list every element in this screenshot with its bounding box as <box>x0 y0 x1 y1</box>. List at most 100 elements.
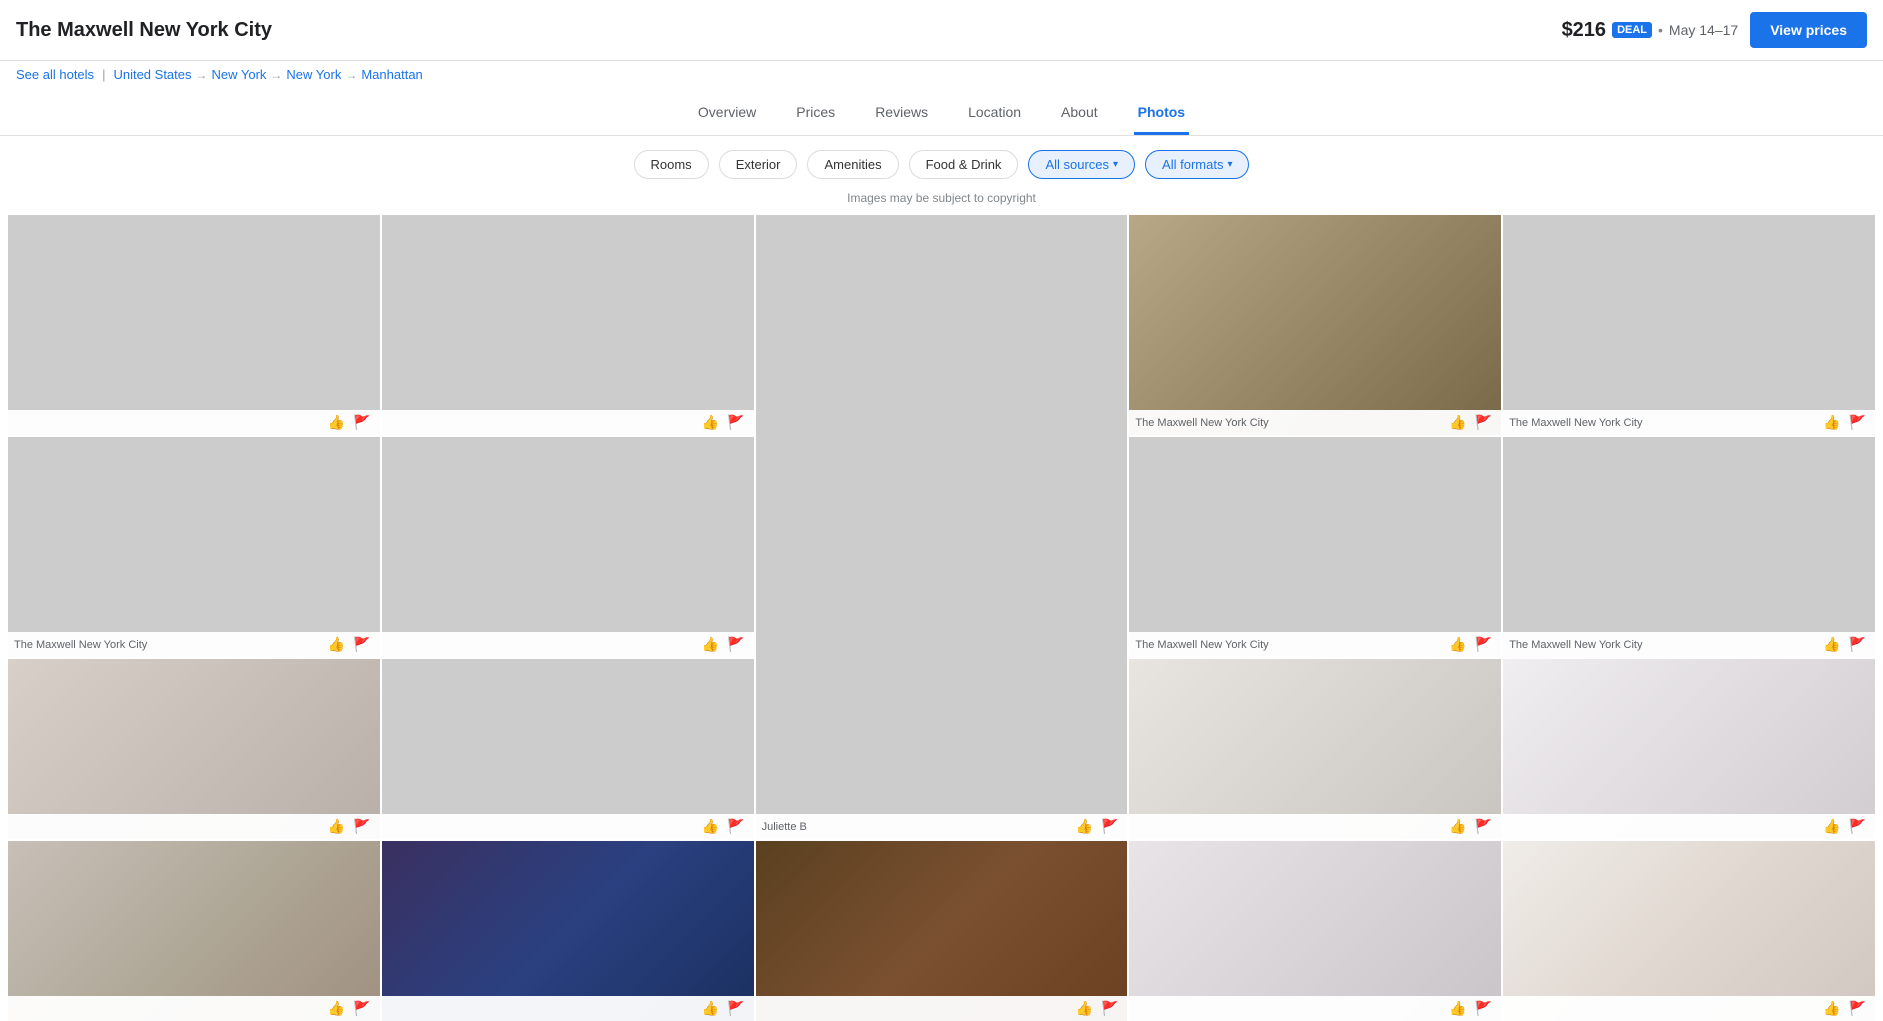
like-btn-r3c1[interactable]: 👍 <box>325 817 348 836</box>
flag-btn-b1[interactable]: 🚩 <box>350 999 373 1018</box>
photo-source-r2c5: The Maxwell New York City <box>1509 639 1642 651</box>
deal-badge: DEAL <box>1612 22 1652 38</box>
hotel-title: The Maxwell New York City <box>16 19 272 42</box>
photo-cell-r3c2[interactable]: 👍 🚩 <box>382 659 754 839</box>
flag-btn-r2c2[interactable]: 🚩 <box>724 635 747 654</box>
photo-actions-r3c2: 👍 🚩 <box>699 817 748 836</box>
breadcrumb-state[interactable]: New York <box>212 67 267 82</box>
photo-cell-r2c5[interactable]: The Maxwell New York City 👍 🚩 <box>1503 437 1875 657</box>
photo-cell-b4[interactable]: 👍 🚩 <box>1129 841 1501 1021</box>
separator: • <box>1658 22 1663 38</box>
photo-actions-large: 👍 🚩 <box>1073 817 1122 836</box>
like-btn-r1c2[interactable]: 👍 <box>699 413 722 432</box>
like-btn-r2c5[interactable]: 👍 <box>1820 635 1843 654</box>
like-btn-r3c2[interactable]: 👍 <box>699 817 722 836</box>
photo-grid-main: 👍 🚩 👍 🚩 Juliette B 👍 🚩 The Maxwell New Y <box>0 215 1883 839</box>
tab-about[interactable]: About <box>1057 92 1102 135</box>
photo-actions-r2c5: 👍 🚩 <box>1820 635 1869 654</box>
like-btn-r1c4[interactable]: 👍 <box>1446 413 1469 432</box>
photo-cell-b1[interactable]: 👍 🚩 <box>8 841 380 1021</box>
like-btn-r2c1[interactable]: 👍 <box>325 635 348 654</box>
price-amount: $216 <box>1562 19 1607 42</box>
copyright-notice: Images may be subject to copyright <box>0 187 1883 215</box>
photo-actions-r1c4: 👍 🚩 <box>1446 413 1495 432</box>
like-btn-r3c4[interactable]: 👍 <box>1446 817 1469 836</box>
filter-exterior[interactable]: Exterior <box>719 150 798 179</box>
photo-actions-r2c4: 👍 🚩 <box>1446 635 1495 654</box>
filter-amenities[interactable]: Amenities <box>807 150 898 179</box>
photo-actions-r2c1: 👍 🚩 <box>325 635 374 654</box>
photo-cell-r1c1[interactable]: 👍 🚩 <box>8 215 380 435</box>
photo-cell-r2c2[interactable]: 👍 🚩 <box>382 437 754 657</box>
flag-btn-r3c1[interactable]: 🚩 <box>350 817 373 836</box>
photo-actions-r3c5: 👍 🚩 <box>1820 817 1869 836</box>
flag-btn-b5[interactable]: 🚩 <box>1846 999 1869 1018</box>
breadcrumb-sep-1: | <box>102 67 105 82</box>
all-sources-chevron: ▾ <box>1113 159 1118 170</box>
header: The Maxwell New York City $216 DEAL • Ma… <box>0 0 1883 61</box>
photo-cell-b5[interactable]: 👍 🚩 <box>1503 841 1875 1021</box>
flag-btn-r1c5[interactable]: 🚩 <box>1846 413 1869 432</box>
photo-cell-r1c5[interactable]: The Maxwell New York City 👍 🚩 <box>1503 215 1875 435</box>
photo-actions-r2c2: 👍 🚩 <box>699 635 748 654</box>
photo-cell-b2[interactable]: 👍 🚩 <box>382 841 754 1021</box>
filter-all-formats[interactable]: All formats ▾ <box>1145 150 1249 179</box>
like-btn-r3c5[interactable]: 👍 <box>1820 817 1843 836</box>
like-btn-r1c5[interactable]: 👍 <box>1820 413 1843 432</box>
like-btn-b4[interactable]: 👍 <box>1446 999 1469 1018</box>
photo-cell-r1c4[interactable]: The Maxwell New York City 👍 🚩 <box>1129 215 1501 435</box>
photo-cell-large-center[interactable]: Juliette B 👍 🚩 <box>756 215 1128 839</box>
tab-overview[interactable]: Overview <box>694 92 760 135</box>
like-btn-b2[interactable]: 👍 <box>699 999 722 1018</box>
breadcrumb-arrow-3: → <box>345 68 357 82</box>
filter-rooms[interactable]: Rooms <box>634 150 709 179</box>
view-prices-button[interactable]: View prices <box>1750 12 1867 48</box>
breadcrumb-arrow-1: → <box>196 68 208 82</box>
breadcrumb-neighborhood[interactable]: Manhattan <box>361 67 422 82</box>
flag-btn-r2c1[interactable]: 🚩 <box>350 635 373 654</box>
like-btn-r2c2[interactable]: 👍 <box>699 635 722 654</box>
like-btn-large[interactable]: 👍 <box>1073 817 1096 836</box>
flag-btn-large[interactable]: 🚩 <box>1098 817 1121 836</box>
flag-btn-r3c2[interactable]: 🚩 <box>724 817 747 836</box>
filter-food-drink[interactable]: Food & Drink <box>909 150 1019 179</box>
flag-btn-r1c2[interactable]: 🚩 <box>724 413 747 432</box>
photo-cell-r3c5[interactable]: 👍 🚩 <box>1503 659 1875 839</box>
breadcrumb-city[interactable]: New York <box>286 67 341 82</box>
filter-row: Rooms Exterior Amenities Food & Drink Al… <box>0 136 1883 187</box>
flag-btn-r3c4[interactable]: 🚩 <box>1472 817 1495 836</box>
flag-btn-r1c1[interactable]: 🚩 <box>350 413 373 432</box>
date-range: May 14–17 <box>1669 22 1738 38</box>
photo-cell-b3[interactable]: 👍 🚩 <box>756 841 1128 1021</box>
like-btn-r2c4[interactable]: 👍 <box>1446 635 1469 654</box>
breadcrumb-see-all[interactable]: See all hotels <box>16 67 94 82</box>
flag-btn-r1c4[interactable]: 🚩 <box>1472 413 1495 432</box>
photo-cell-r1c2[interactable]: 👍 🚩 <box>382 215 754 435</box>
flag-btn-b3[interactable]: 🚩 <box>1098 999 1121 1018</box>
flag-btn-r3c5[interactable]: 🚩 <box>1846 817 1869 836</box>
breadcrumb-country[interactable]: United States <box>113 67 191 82</box>
flag-btn-b4[interactable]: 🚩 <box>1472 999 1495 1018</box>
photo-source-r1c5: The Maxwell New York City <box>1509 417 1642 429</box>
photo-cell-r3c1[interactable]: 👍 🚩 <box>8 659 380 839</box>
photo-cell-r2c4[interactable]: The Maxwell New York City 👍 🚩 <box>1129 437 1501 657</box>
breadcrumb: See all hotels | United States → New Yor… <box>0 61 1883 92</box>
photo-cell-r3c4[interactable]: 👍 🚩 <box>1129 659 1501 839</box>
all-formats-chevron: ▾ <box>1227 159 1232 170</box>
photo-actions-r1c1: 👍 🚩 <box>325 413 374 432</box>
flag-btn-r2c4[interactable]: 🚩 <box>1472 635 1495 654</box>
like-btn-r1c1[interactable]: 👍 <box>325 413 348 432</box>
like-btn-b5[interactable]: 👍 <box>1820 999 1843 1018</box>
photo-cell-r2c1[interactable]: The Maxwell New York City 👍 🚩 <box>8 437 380 657</box>
tab-reviews[interactable]: Reviews <box>871 92 932 135</box>
like-btn-b3[interactable]: 👍 <box>1073 999 1096 1018</box>
flag-btn-r2c5[interactable]: 🚩 <box>1846 635 1869 654</box>
price-block: $216 DEAL • May 14–17 <box>1562 19 1739 42</box>
tab-photos[interactable]: Photos <box>1134 92 1189 135</box>
nav-tabs: Overview Prices Reviews Location About P… <box>0 92 1883 136</box>
filter-all-sources[interactable]: All sources ▾ <box>1028 150 1135 179</box>
flag-btn-b2[interactable]: 🚩 <box>724 999 747 1018</box>
like-btn-b1[interactable]: 👍 <box>325 999 348 1018</box>
tab-prices[interactable]: Prices <box>792 92 839 135</box>
tab-location[interactable]: Location <box>964 92 1025 135</box>
